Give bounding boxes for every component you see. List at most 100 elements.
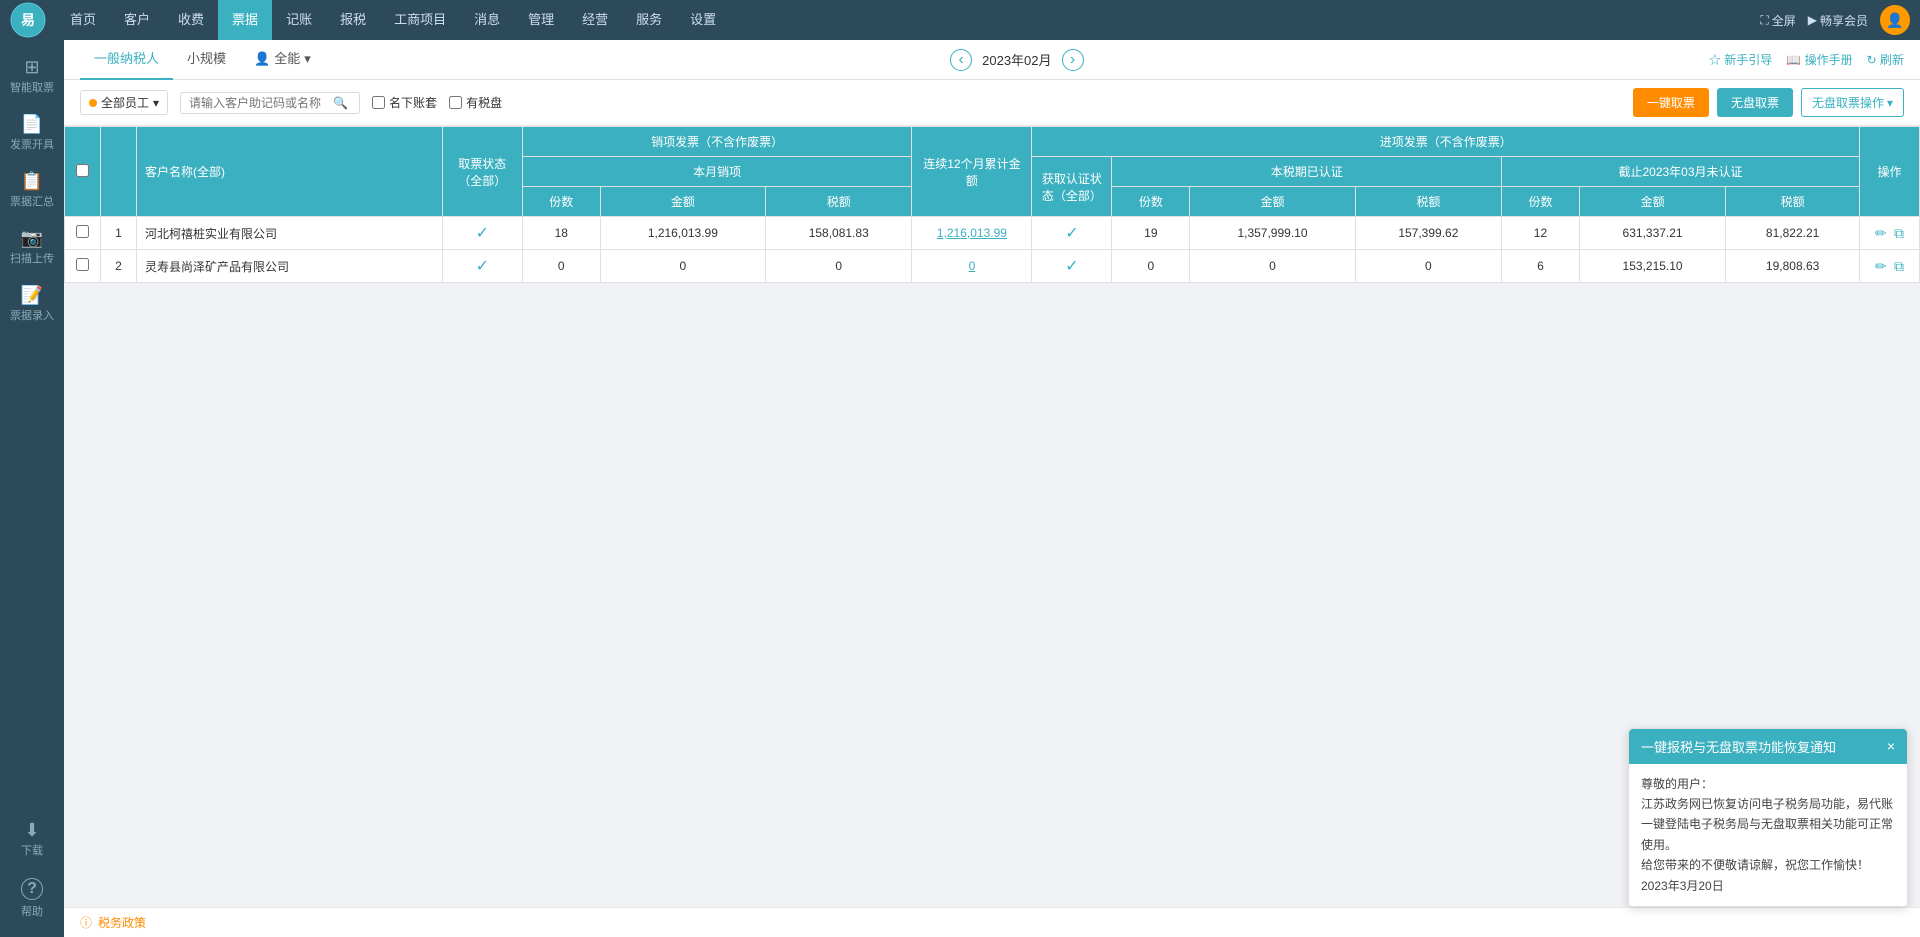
nav-message[interactable]: 消息 — [460, 0, 514, 40]
account-set-checkbox[interactable] — [372, 96, 385, 109]
next-month-button[interactable]: › — [1062, 49, 1084, 71]
row-operations-0: ✏ ⧉ — [1860, 217, 1920, 250]
nav-bookkeeping[interactable]: 记账 — [272, 0, 326, 40]
nav-home[interactable]: 首页 — [56, 0, 110, 40]
row-before-tax-1: 19,808.63 — [1726, 250, 1860, 283]
col-purchase-invoice-header: 进项发票（不含作废票） — [1032, 127, 1860, 157]
row-period-tax-0: 157,399.62 — [1355, 217, 1501, 250]
checkbox-account-set[interactable]: 名下账套 — [372, 94, 437, 111]
nav-service[interactable]: 服务 — [622, 0, 676, 40]
row-customer-name-1: 灵寿县尚泽矿产品有限公司 — [137, 250, 443, 283]
current-month-display: 2023年02月 — [982, 50, 1051, 69]
customer-search-box: 🔍 — [180, 92, 360, 114]
edit-icon-1[interactable]: ✏ — [1875, 258, 1887, 274]
select-all-checkbox[interactable] — [76, 164, 89, 177]
bottom-bar: ⓘ 税务政策 — [64, 907, 1920, 937]
customer-search-input[interactable] — [189, 96, 329, 110]
select-arrow-icon: ▾ — [153, 96, 159, 110]
col-customer-name-header: 客户名称(全部) — [137, 127, 443, 217]
member-button[interactable]: ▶ 畅享会员 — [1808, 12, 1868, 29]
search-icon[interactable]: 🔍 — [333, 96, 348, 110]
row-month-count-1: 0 — [522, 250, 600, 283]
row-month-amount-0: 1,216,013.99 — [600, 217, 765, 250]
row-period-count-0: 19 — [1112, 217, 1190, 250]
table-row: 2 灵寿县尚泽矿产品有限公司 ✓ 0 0 0 0 ✓ 0 0 0 6 153,2… — [65, 250, 1920, 283]
tax-policy-link[interactable]: 税务政策 — [98, 914, 146, 931]
sidebar-item-scan-upload[interactable]: 📷 扫描上传 — [3, 221, 61, 274]
scan-upload-icon: 📷 — [21, 229, 43, 247]
col-operations-header: 操作 — [1860, 127, 1920, 217]
row-period-amount-0: 1,357,999.10 — [1190, 217, 1355, 250]
tab-small-scale[interactable]: 小规模 — [173, 40, 240, 80]
invoice-summary-icon: 📋 — [21, 172, 43, 190]
user-icon: 👤 — [254, 40, 270, 79]
row-before-tax-0: 81,822.21 — [1726, 217, 1860, 250]
sidebar-item-invoice-issue[interactable]: 📄 发票开具 — [3, 107, 61, 160]
edit-icon-0[interactable]: ✏ — [1875, 225, 1887, 241]
table-row: 1 河北柯禧桩实业有限公司 ✓ 18 1,216,013.99 158,081.… — [65, 217, 1920, 250]
one-click-fetch-button[interactable]: 一键取票 — [1633, 88, 1709, 117]
manual-button[interactable]: 📖 操作手册 — [1786, 51, 1852, 68]
row-consecutive12-1[interactable]: 0 — [912, 250, 1032, 283]
col-before-count-header: 份数 — [1502, 187, 1580, 217]
row-period-tax-1: 0 — [1355, 250, 1501, 283]
nav-customer[interactable]: 客户 — [110, 0, 164, 40]
no-disk-fetch-button[interactable]: 无盘取票 — [1717, 88, 1793, 117]
copy-icon-1[interactable]: ⧉ — [1894, 258, 1904, 274]
nav-invoice[interactable]: 票据 — [218, 0, 272, 40]
employee-select[interactable]: 全部员工 ▾ — [80, 90, 168, 115]
avatar[interactable]: 👤 — [1880, 5, 1910, 35]
sidebar-item-help[interactable]: ? 帮助 — [3, 870, 61, 927]
col-before-amount-header: 金额 — [1579, 187, 1725, 217]
notification-body: 尊敬的用户：江苏政务网已恢复访问电子税务局功能，易代账一键登陆电子税务局与无盘取… — [1629, 764, 1907, 906]
row-before-amount-1: 153,215.10 — [1579, 250, 1725, 283]
more-arrow-icon: ▾ — [1887, 96, 1893, 110]
tax-disk-checkbox[interactable] — [449, 96, 462, 109]
tab-all[interactable]: 👤 全能 ▾ — [240, 40, 325, 80]
row-consecutive12-0[interactable]: 1,216,013.99 — [912, 217, 1032, 250]
row-month-amount-1: 0 — [600, 250, 765, 283]
refresh-button[interactable]: ↻ 刷新 — [1867, 51, 1904, 68]
nav-settings[interactable]: 设置 — [676, 0, 730, 40]
tab-general-taxpayer[interactable]: 一般纳税人 — [80, 40, 173, 80]
row-customer-name-0: 河北柯禧桩实业有限公司 — [137, 217, 443, 250]
row-check-1[interactable] — [65, 250, 101, 283]
sidebar-item-download[interactable]: ⬇ 下载 — [3, 813, 61, 866]
nav-manage[interactable]: 管理 — [514, 0, 568, 40]
guide-icon: ☆ — [1709, 53, 1721, 67]
checkbox-tax-disk[interactable]: 有税盘 — [449, 94, 502, 111]
sidebar-item-invoice-entry[interactable]: 📝 票据录入 — [3, 278, 61, 331]
row-check-0[interactable] — [65, 217, 101, 250]
row-month-count-0: 18 — [522, 217, 600, 250]
col-before-mar-header: 截止2023年03月未认证 — [1502, 157, 1860, 187]
nav-operation[interactable]: 经营 — [568, 0, 622, 40]
col-consecutive12-header: 连续12个月累计金额 — [912, 127, 1032, 217]
sidebar-item-smart-fetch[interactable]: ⊞ 智能取票 — [3, 50, 61, 103]
fullscreen-icon: ⛶ — [1760, 13, 1768, 28]
download-icon: ⬇ — [24, 821, 39, 839]
row-num-1: 2 — [101, 250, 137, 283]
notification-close-button[interactable]: × — [1887, 738, 1895, 754]
row-before-amount-0: 631,337.21 — [1579, 217, 1725, 250]
prev-month-button[interactable]: ‹ — [950, 49, 972, 71]
more-operations-button[interactable]: 无盘取票操作 ▾ — [1801, 88, 1904, 117]
row-before-count-1: 6 — [1502, 250, 1580, 283]
tab-bar: 一般纳税人 小规模 👤 全能 ▾ ‹ 2023年02月 › ☆ 新手引导 📖 操… — [64, 40, 1920, 80]
col-period-count-header: 份数 — [1112, 187, 1190, 217]
help-icon: ? — [21, 878, 43, 900]
row-period-count-1: 0 — [1112, 250, 1190, 283]
col-this-month-sales-header: 本月销项 — [522, 157, 912, 187]
col-check-all — [65, 127, 101, 217]
smart-fetch-icon: ⊞ — [24, 58, 39, 76]
new-user-guide-button[interactable]: ☆ 新手引导 — [1709, 51, 1772, 68]
fullscreen-button[interactable]: ⛶ 全屏 — [1760, 12, 1795, 29]
copy-icon-0[interactable]: ⧉ — [1894, 225, 1904, 241]
col-sales-amount-header: 金额 — [600, 187, 765, 217]
row-month-tax-1: 0 — [766, 250, 912, 283]
sidebar-item-invoice-summary[interactable]: 📋 票据汇总 — [3, 164, 61, 217]
nav-tax[interactable]: 报税 — [326, 0, 380, 40]
nav-billing[interactable]: 收费 — [164, 0, 218, 40]
col-sales-count-header: 份数 — [522, 187, 600, 217]
filter-right-buttons: 一键取票 无盘取票 无盘取票操作 ▾ — [1633, 88, 1904, 117]
nav-business[interactable]: 工商项目 — [380, 0, 460, 40]
